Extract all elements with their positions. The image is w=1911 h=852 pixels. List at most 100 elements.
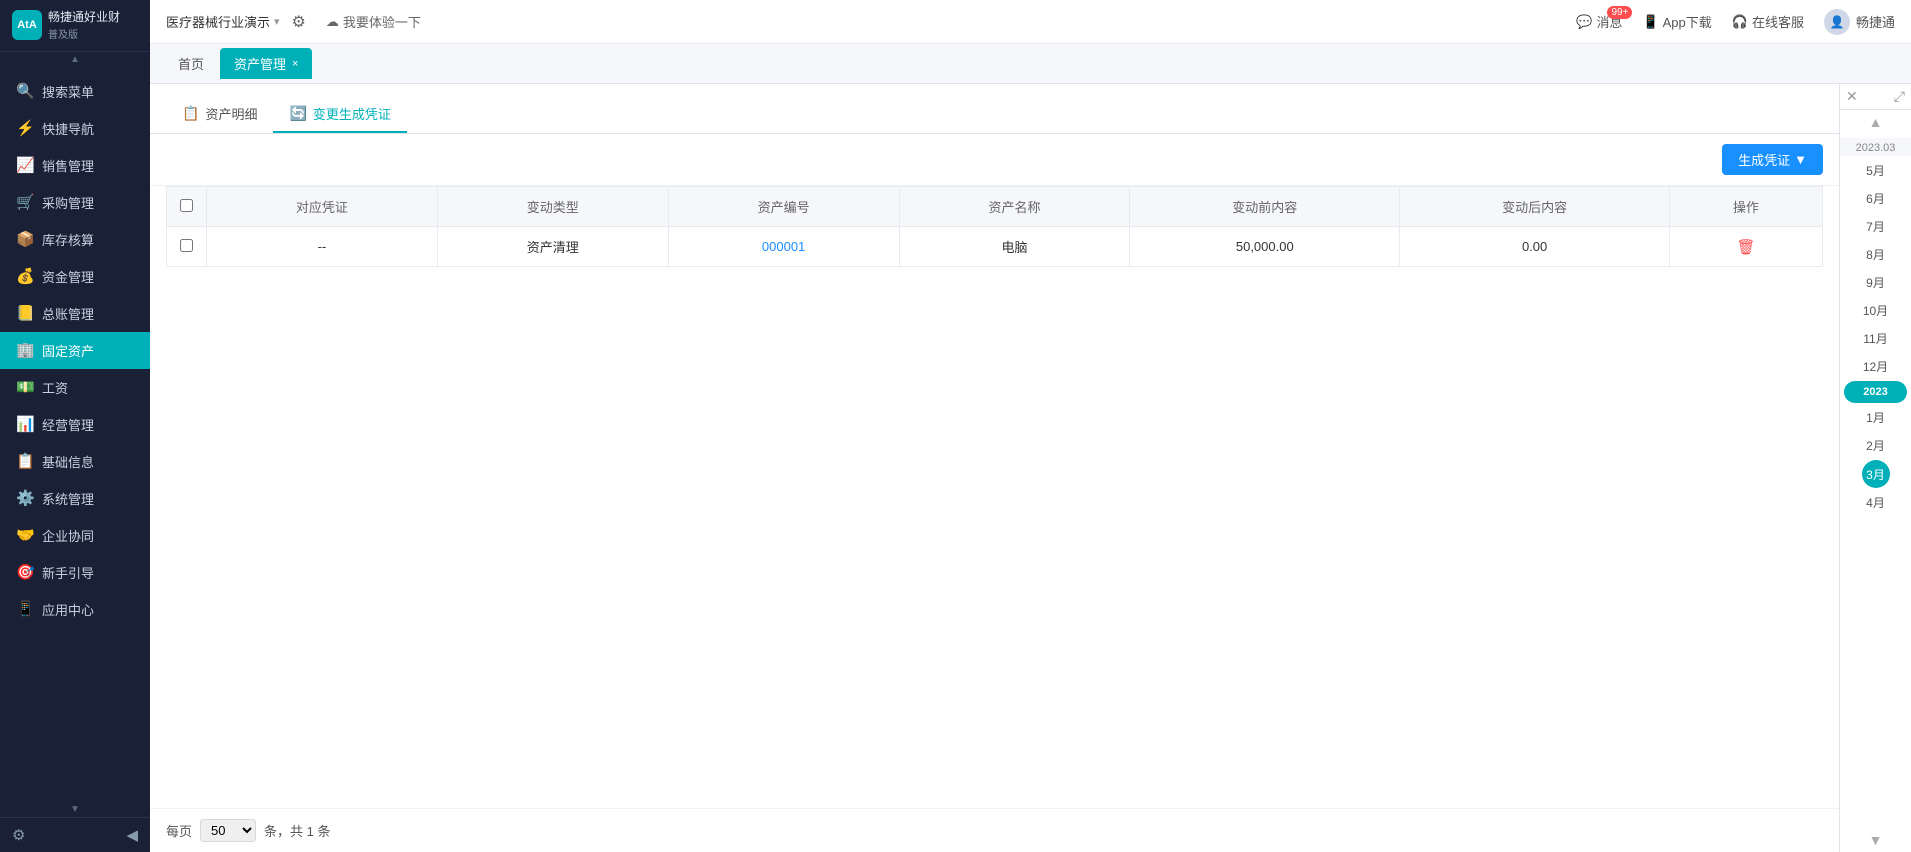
cell-change-type: 资产清理 <box>437 227 668 267</box>
sidebar-item-system[interactable]: ⚙️ 系统管理 <box>0 480 150 517</box>
cal-month-2023-1[interactable]: 1月 <box>1844 404 1907 431</box>
settings-footer-icon[interactable]: ⚙ <box>12 826 25 844</box>
experience-label: 我要体验一下 <box>343 12 421 31</box>
cal-month-5[interactable]: 5月 <box>1844 157 1907 184</box>
year-label-2022: 2023.03 <box>1840 138 1911 156</box>
sidebar-item-label: 企业协同 <box>42 526 94 545</box>
cell-asset-code[interactable]: 000001 <box>668 227 899 267</box>
col-action: 操作 <box>1670 187 1823 227</box>
col-asset-code: 资产编号 <box>668 187 899 227</box>
col-asset-name: 资产名称 <box>899 187 1130 227</box>
sidebar-item-purchase[interactable]: 🛒 采购管理 <box>0 184 150 221</box>
sidebar-item-operations[interactable]: 📊 经营管理 <box>0 406 150 443</box>
app-download-btn[interactable]: 📱 App下载 <box>1642 12 1711 31</box>
online-service-btn[interactable]: 🎧 在线客服 <box>1732 12 1804 31</box>
col-after: 变动后内容 <box>1400 187 1670 227</box>
calendar-scroll-down-btn[interactable]: ▼ <box>1840 828 1911 852</box>
sidebar-item-inventory[interactable]: 📦 库存核算 <box>0 221 150 258</box>
service-icon: 🎧 <box>1732 14 1748 30</box>
settings-icon[interactable]: ⚙ <box>292 12 306 32</box>
cal-month-8[interactable]: 8月 <box>1844 241 1907 268</box>
tab-close-btn[interactable]: × <box>292 58 298 70</box>
cal-month-2023-3[interactable]: 3月 <box>1862 460 1890 488</box>
company-selector[interactable]: 医疗器械行业演示 ▾ <box>166 12 280 31</box>
tab-asset-management[interactable]: 资产管理 × <box>220 48 312 79</box>
search-icon: 🔍 <box>16 82 34 100</box>
sidebar-item-search[interactable]: 🔍 搜索菜单 <box>0 73 150 110</box>
content-area: 📋 资产明细 🔄 变更生成凭证 生成凭证 ▼ <box>150 84 1911 852</box>
sidebar-item-quick-nav[interactable]: ⚡ 快捷导航 <box>0 110 150 147</box>
col-change-type: 变动类型 <box>437 187 668 227</box>
collapse-sidebar-icon[interactable]: ◀ <box>126 826 138 844</box>
calendar-expand-btn[interactable]: ⤢ <box>1894 88 1905 105</box>
tabbar: 首页 资产管理 × <box>150 44 1911 84</box>
sidebar-item-enterprise[interactable]: 🤝 企业协同 <box>0 517 150 554</box>
cal-month-10[interactable]: 10月 <box>1844 297 1907 324</box>
sidebar-footer: ⚙ ◀ <box>0 817 150 852</box>
subtab-change-voucher[interactable]: 🔄 变更生成凭证 <box>273 96 406 133</box>
cal-month-12[interactable]: 12月 <box>1844 353 1907 380</box>
fixed-assets-icon: 🏢 <box>16 341 34 359</box>
scroll-up-btn[interactable]: ▲ <box>0 52 150 67</box>
company-name: 医疗器械行业演示 <box>166 12 270 31</box>
per-page-select[interactable]: 10 20 50 100 <box>200 819 256 842</box>
row-checkbox[interactable] <box>180 239 193 252</box>
scroll-down-btn[interactable]: ▼ <box>0 802 150 817</box>
generate-voucher-btn[interactable]: 生成凭证 ▼ <box>1722 144 1823 175</box>
quick-nav-icon: ⚡ <box>16 119 34 137</box>
experience-btn[interactable]: ☁ 我要体验一下 <box>326 12 421 31</box>
select-all-checkbox[interactable] <box>180 199 193 212</box>
cal-month-9[interactable]: 9月 <box>1844 269 1907 296</box>
table-wrapper: 对应凭证 变动类型 资产编号 资产名称 变动前内容 变动后内容 操作 <box>150 186 1839 808</box>
col-before: 变动前内容 <box>1130 187 1400 227</box>
cal-month-2023-4[interactable]: 4月 <box>1844 489 1907 516</box>
sidebar-item-label: 基础信息 <box>42 452 94 471</box>
avatar: 👤 <box>1824 9 1850 35</box>
calendar-scroll-up-btn[interactable]: ▲ <box>1840 110 1911 134</box>
sidebar-nav: 🔍 搜索菜单 ⚡ 快捷导航 📈 销售管理 🛒 采购管理 📦 库存核算 💰 资金管… <box>0 67 150 802</box>
salary-icon: 💵 <box>16 378 34 396</box>
sidebar-item-fixed-assets[interactable]: 🏢 固定资产 <box>0 332 150 369</box>
cal-month-2023-2[interactable]: 2月 <box>1844 432 1907 459</box>
calendar-close-btn[interactable]: ✕ <box>1846 88 1858 105</box>
delete-row-btn[interactable]: 🗑 <box>1736 239 1755 256</box>
subtab-label: 变更生成凭证 <box>313 104 391 123</box>
ledger-icon: 📒 <box>16 304 34 322</box>
total-text: 条，共 1 条 <box>264 821 330 840</box>
sidebar-item-app-center[interactable]: 📱 应用中心 <box>0 591 150 628</box>
sidebar-item-label: 资金管理 <box>42 267 94 286</box>
sidebar-item-sales[interactable]: 📈 销售管理 <box>0 147 150 184</box>
main-panel: 📋 资产明细 🔄 变更生成凭证 生成凭证 ▼ <box>150 84 1839 852</box>
cal-month-7[interactable]: 7月 <box>1844 213 1907 240</box>
cal-month-11[interactable]: 11月 <box>1844 325 1907 352</box>
subtab-asset-detail[interactable]: 📋 资产明细 <box>166 96 273 133</box>
sidebar-item-ledger[interactable]: 📒 总账管理 <box>0 295 150 332</box>
sidebar-item-label: 库存核算 <box>42 230 94 249</box>
user-area[interactable]: 👤 畅捷通 <box>1824 9 1895 35</box>
inventory-icon: 📦 <box>16 230 34 248</box>
per-page-label: 每页 <box>166 821 192 840</box>
sidebar-item-label: 系统管理 <box>42 489 94 508</box>
subtab-bar: 📋 资产明细 🔄 变更生成凭证 <box>150 96 1839 134</box>
app-center-icon: 📱 <box>16 600 34 618</box>
tab-home[interactable]: 首页 <box>166 48 216 79</box>
message-badge: 99+ <box>1607 6 1632 19</box>
sidebar-item-label: 销售管理 <box>42 156 94 175</box>
generate-label: 生成凭证 <box>1738 150 1790 169</box>
sidebar-item-guide[interactable]: 🎯 新手引导 <box>0 554 150 591</box>
sidebar-item-basic-info[interactable]: 📋 基础信息 <box>0 443 150 480</box>
sidebar-item-label: 采购管理 <box>42 193 94 212</box>
col-voucher: 对应凭证 <box>207 187 438 227</box>
table-header-checkbox <box>167 187 207 227</box>
app-download-label: App下载 <box>1663 12 1712 31</box>
sales-icon: 📈 <box>16 156 34 174</box>
system-icon: ⚙️ <box>16 489 34 507</box>
message-btn[interactable]: 💬 消息 99+ <box>1576 12 1622 31</box>
sidebar-item-salary[interactable]: 💵 工资 <box>0 369 150 406</box>
username: 畅捷通 <box>1856 12 1895 31</box>
sidebar-item-finance[interactable]: 💰 资金管理 <box>0 258 150 295</box>
cell-voucher: -- <box>207 227 438 267</box>
cal-month-6[interactable]: 6月 <box>1844 185 1907 212</box>
year-badge-2023[interactable]: 2023 <box>1844 381 1907 403</box>
sidebar-item-label: 工资 <box>42 378 68 397</box>
